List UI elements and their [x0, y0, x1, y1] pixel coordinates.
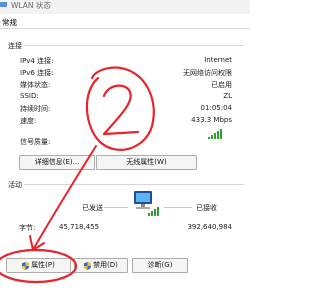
speed-value: 433.3 Mbps [191, 116, 232, 124]
connection-divider [24, 45, 244, 46]
media-state-value: 已启用 [211, 81, 232, 89]
connection-section-title: 连接 [8, 42, 22, 50]
wlan-status-dialog: WLAN 状态 常规 连接 IPv4 连接: Internet IPv6 连接:… [0, 0, 250, 288]
activity-section-title: 活动 [8, 181, 22, 189]
ipv4-value: Internet [204, 56, 232, 64]
details-button-label: 详细信息(E)... [34, 158, 80, 166]
sent-bytes-value: 45,718,455 [59, 223, 100, 231]
window-title: WLAN 状态 [11, 1, 51, 10]
sent-line [104, 207, 128, 208]
signal-strength-icon [208, 129, 222, 139]
duration-value: 01:05:04 [200, 104, 232, 112]
received-line [164, 207, 192, 208]
shield-icon [84, 261, 92, 270]
tab-general[interactable]: 常规 [2, 17, 17, 28]
diagnose-button[interactable]: 诊断(G) [132, 258, 188, 273]
network-icon [0, 2, 7, 7]
shield-icon [22, 261, 30, 270]
properties-button[interactable]: 属性(P) [6, 258, 71, 273]
bytes-label: 字节: [19, 224, 36, 232]
general-pane: 连接 IPv4 连接: Internet IPv6 连接: 无网络访问权限 媒体… [0, 29, 250, 288]
sent-label: 已发送 [82, 204, 103, 212]
signal-quality-label: 信号质量: [20, 138, 51, 146]
ipv4-label: IPv4 连接: [20, 57, 54, 65]
media-state-label: 媒体状态: [20, 81, 51, 89]
disable-button-label: 禁用(D) [93, 261, 118, 269]
wireless-properties-button[interactable]: 无线属性(W) [96, 155, 197, 170]
diagnose-button-label: 诊断(G) [147, 261, 173, 269]
properties-button-label: 属性(P) [31, 261, 55, 269]
received-label: 已接收 [196, 204, 217, 212]
ipv6-value: 无网络访问权限 [183, 69, 232, 77]
duration-label: 持续时间: [20, 105, 51, 113]
computer-network-icon [134, 191, 159, 216]
wireless-properties-label: 无线属性(W) [126, 158, 167, 166]
ssid-label: SSID: [20, 92, 39, 100]
disable-button[interactable]: 禁用(D) [74, 258, 128, 273]
activity-divider [24, 184, 244, 185]
tab-strip: 常规 [0, 14, 250, 29]
title-bar: WLAN 状态 [0, 0, 250, 14]
ssid-value: ZL [223, 92, 232, 100]
received-bytes-value: 392,640,984 [187, 223, 232, 231]
speed-label: 速度: [20, 117, 37, 125]
ipv6-label: IPv6 连接: [20, 69, 54, 77]
details-button[interactable]: 详细信息(E)... [19, 155, 95, 170]
